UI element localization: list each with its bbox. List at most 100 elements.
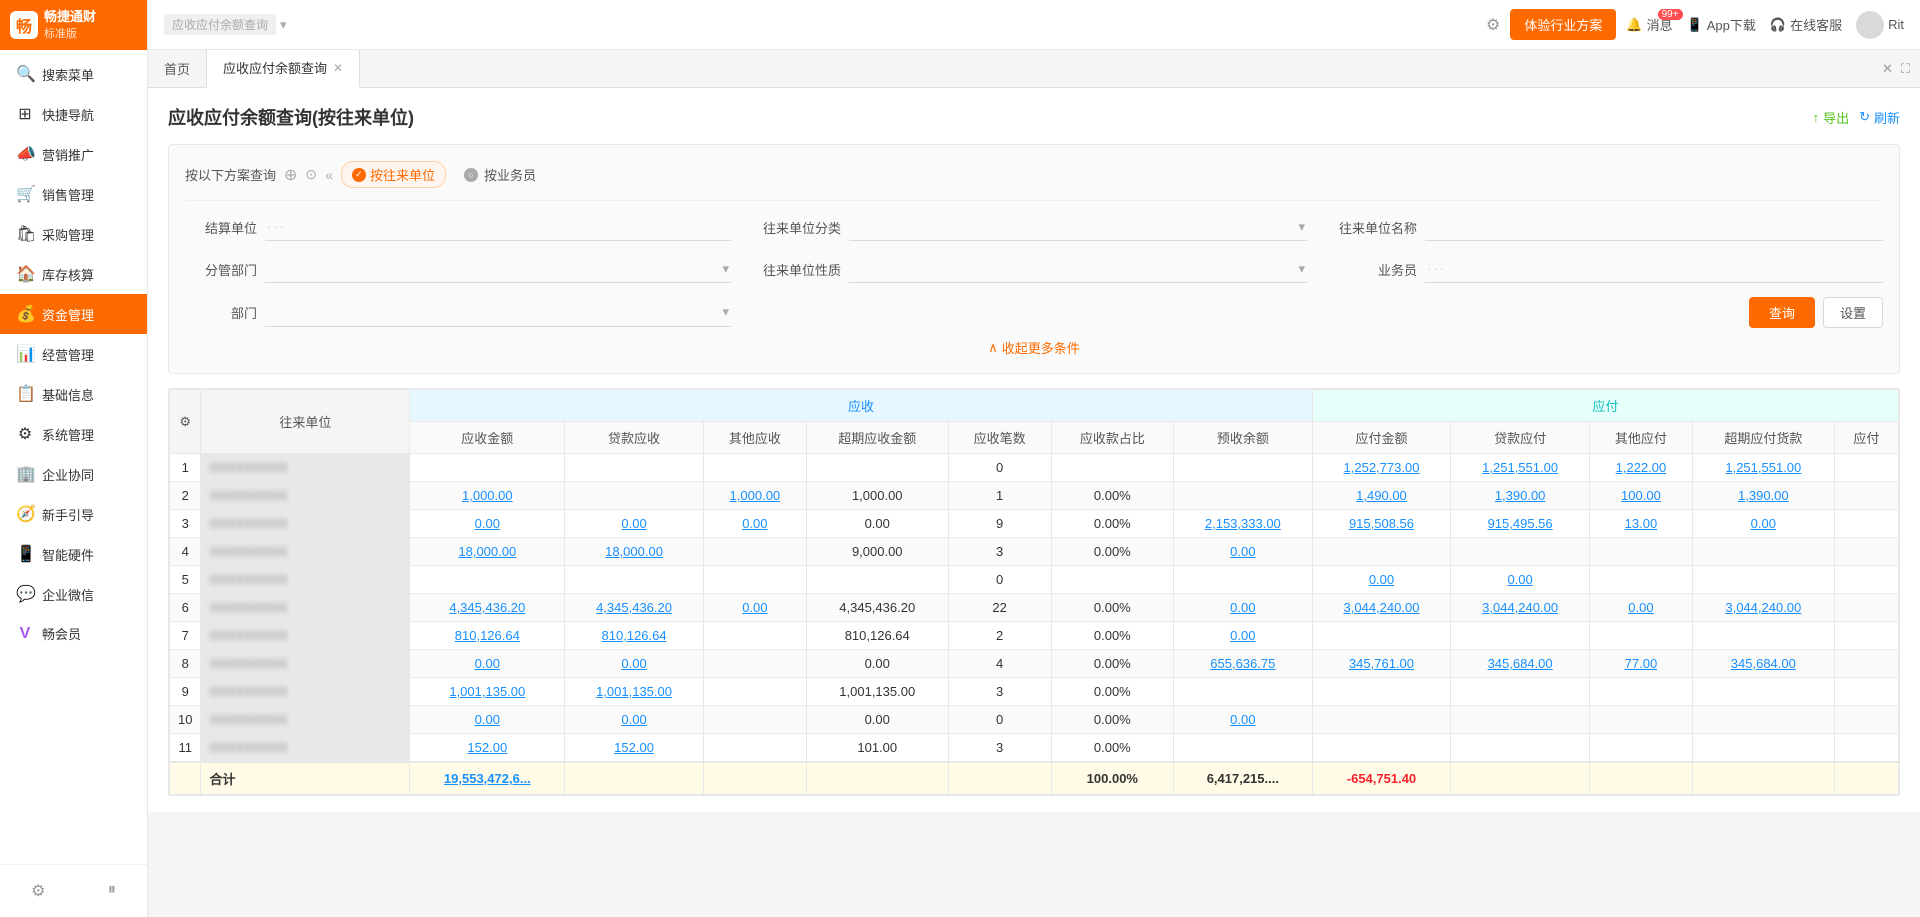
table-cell[interactable]: 0.00 — [1312, 566, 1451, 594]
table-cell[interactable]: 2,153,333.00 — [1174, 510, 1313, 538]
promo-button[interactable]: 体验行业方案 — [1510, 9, 1616, 40]
input-partner-name[interactable] — [1425, 213, 1883, 241]
sidebar-item-inventory[interactable]: 🏠 库存核算 — [0, 254, 147, 294]
sidebar-item-wechat[interactable]: 💬 企业微信 — [0, 574, 147, 614]
table-cell: 22 — [948, 594, 1051, 622]
refresh-btn[interactable]: ↻ 刷新 — [1859, 108, 1900, 127]
table-cell[interactable]: 1,222.00 — [1589, 454, 1692, 482]
table-cell[interactable]: 0.00 — [1451, 566, 1590, 594]
table-cell[interactable]: 1,490.00 — [1312, 482, 1451, 510]
table-cell[interactable]: 345,761.00 — [1312, 650, 1451, 678]
table-cell[interactable]: 345,684.00 — [1692, 650, 1834, 678]
table-settings-header[interactable]: ⚙ — [170, 390, 201, 454]
sidebar-item-system[interactable]: ⚙ 系统管理 — [0, 414, 147, 454]
sidebar-item-purchase[interactable]: 🛍 采购管理 — [0, 214, 147, 254]
service-btn[interactable]: 🎧 在线客服 — [1770, 15, 1842, 34]
table-cell[interactable]: 1,000.00 — [703, 482, 806, 510]
table-cell[interactable]: 345,684.00 — [1451, 650, 1590, 678]
table-cell[interactable]: 0.00 — [1589, 594, 1692, 622]
table-cell[interactable]: 810,126.64 — [410, 622, 565, 650]
table-cell[interactable]: 0.00 — [410, 706, 565, 734]
user-avatar-area[interactable]: Rit — [1856, 11, 1904, 39]
table-cell[interactable]: 0.00 — [1174, 622, 1313, 650]
table-cell[interactable]: 4,345,436.20 — [565, 594, 704, 622]
table-cell[interactable]: 810,126.64 — [565, 622, 704, 650]
sidebar-item-enterprise[interactable]: 🏢 企业协同 — [0, 454, 147, 494]
table-cell[interactable]: 0.00 — [703, 510, 806, 538]
table-cell[interactable]: 13.00 — [1589, 510, 1692, 538]
table-cell[interactable]: 18,000.00 — [565, 538, 704, 566]
table-cell[interactable]: 0.00 — [410, 510, 565, 538]
sidebar-item-management[interactable]: 📊 经营管理 — [0, 334, 147, 374]
table-cell — [806, 566, 948, 594]
table-cell[interactable]: 1,001,135.00 — [565, 678, 704, 706]
table-cell[interactable]: 915,495.56 — [1451, 510, 1590, 538]
collapse-btn[interactable]: ∧ 收起更多条件 — [988, 338, 1080, 357]
select-partner-nature[interactable]: ▾ — [849, 255, 1307, 283]
table-cell[interactable]: 3,044,240.00 — [1692, 594, 1834, 622]
export-btn[interactable]: ↑ 导出 — [1813, 108, 1850, 127]
table-cell[interactable]: 3,044,240.00 — [1451, 594, 1590, 622]
table-cell[interactable]: 1,251,551.00 — [1451, 454, 1590, 482]
table-cell[interactable]: 0.00 — [565, 706, 704, 734]
sidebar-settings-btn[interactable]: ⚙ — [21, 875, 55, 907]
table-cell[interactable]: 915,508.56 — [1312, 510, 1451, 538]
set-button[interactable]: 设置 — [1823, 297, 1883, 328]
table-cell[interactable]: 152.00 — [565, 734, 704, 763]
scheme-chip-partner[interactable]: ✓ 按往来单位 — [341, 161, 446, 188]
table-cell[interactable]: 0.00 — [1174, 538, 1313, 566]
input-salesman[interactable]: ··· — [1425, 255, 1883, 283]
sidebar-item-marketing[interactable]: 📣 营销推广 — [0, 134, 147, 174]
sidebar-collapse-btn[interactable]: ⏸ — [98, 875, 126, 907]
footer-ar-total[interactable]: 19,553,472,6... — [410, 762, 565, 795]
table-cell[interactable]: 0.00 — [1692, 510, 1834, 538]
table-cell[interactable]: 18,000.00 — [410, 538, 565, 566]
table-cell[interactable]: 0.00 — [410, 650, 565, 678]
sidebar-item-guide[interactable]: 🧭 新手引导 — [0, 494, 147, 534]
tab-close-all-icon[interactable]: ✕ — [1882, 61, 1893, 77]
query-button[interactable]: 查询 — [1749, 297, 1815, 328]
table-cell[interactable]: 152.00 — [410, 734, 565, 763]
table-cell[interactable]: 0.00 — [1174, 594, 1313, 622]
table-cell[interactable]: 77.00 — [1589, 650, 1692, 678]
input-settlement[interactable]: ··· — [265, 213, 731, 241]
sidebar-item-finance[interactable]: 💰 资金管理 — [0, 294, 147, 334]
table-cell[interactable]: 0.00 — [703, 594, 806, 622]
scheme-chip-salesman[interactable]: ○ 按业务员 — [454, 162, 546, 187]
sidebar-item-basic[interactable]: 📋 基础信息 — [0, 374, 147, 414]
add-scheme-icon[interactable]: ⊕ — [284, 165, 297, 185]
table-cell: 0.00% — [1051, 734, 1173, 763]
table-cell[interactable]: 100.00 — [1589, 482, 1692, 510]
table-cell[interactable]: 1,251,551.00 — [1692, 454, 1834, 482]
download-btn[interactable]: 📱 App下载 — [1687, 15, 1756, 34]
sidebar-item-search[interactable]: 🔍 搜索菜单 — [0, 54, 147, 94]
label-partner-type: 往来单位分类 — [761, 218, 841, 237]
select-partner-type[interactable]: ▾ — [849, 213, 1307, 241]
sidebar-item-sales[interactable]: 🛒 销售管理 — [0, 174, 147, 214]
select-dept[interactable]: ▾ — [265, 255, 731, 283]
scheme-arrow-icon[interactable]: « — [325, 167, 333, 183]
notification-btn[interactable]: 🔔 消息 99+ — [1626, 15, 1672, 34]
table-cell[interactable]: 1,390.00 — [1692, 482, 1834, 510]
sidebar-item-member[interactable]: V 畅会员 — [0, 614, 147, 653]
select-subdept[interactable]: ▾ — [265, 299, 731, 327]
table-cell[interactable]: 1,000.00 — [410, 482, 565, 510]
scheme-settings-icon[interactable]: ⊙ — [305, 166, 317, 183]
table-cell[interactable]: 655,636.75 — [1174, 650, 1313, 678]
table-cell[interactable]: 1,390.00 — [1451, 482, 1590, 510]
tab-maximize-icon[interactable]: ⛶ — [1901, 61, 1910, 77]
table-cell — [1312, 706, 1451, 734]
sidebar-item-nav[interactable]: ⊞ 快捷导航 — [0, 94, 147, 134]
table-cell[interactable]: 0.00 — [1174, 706, 1313, 734]
table-cell[interactable]: 0.00 — [565, 650, 704, 678]
table-cell[interactable]: 0.00 — [565, 510, 704, 538]
tab-query[interactable]: 应收应付余额查询 ✕ — [207, 50, 360, 88]
tab-close-icon[interactable]: ✕ — [333, 61, 343, 75]
tab-home[interactable]: 首页 — [148, 50, 207, 88]
table-cell[interactable]: 1,001,135.00 — [410, 678, 565, 706]
gear-icon[interactable]: ⚙ — [1486, 15, 1500, 35]
sidebar-item-hardware[interactable]: 📱 智能硬件 — [0, 534, 147, 574]
table-cell[interactable]: 1,252,773.00 — [1312, 454, 1451, 482]
table-cell[interactable]: 4,345,436.20 — [410, 594, 565, 622]
table-cell[interactable]: 3,044,240.00 — [1312, 594, 1451, 622]
